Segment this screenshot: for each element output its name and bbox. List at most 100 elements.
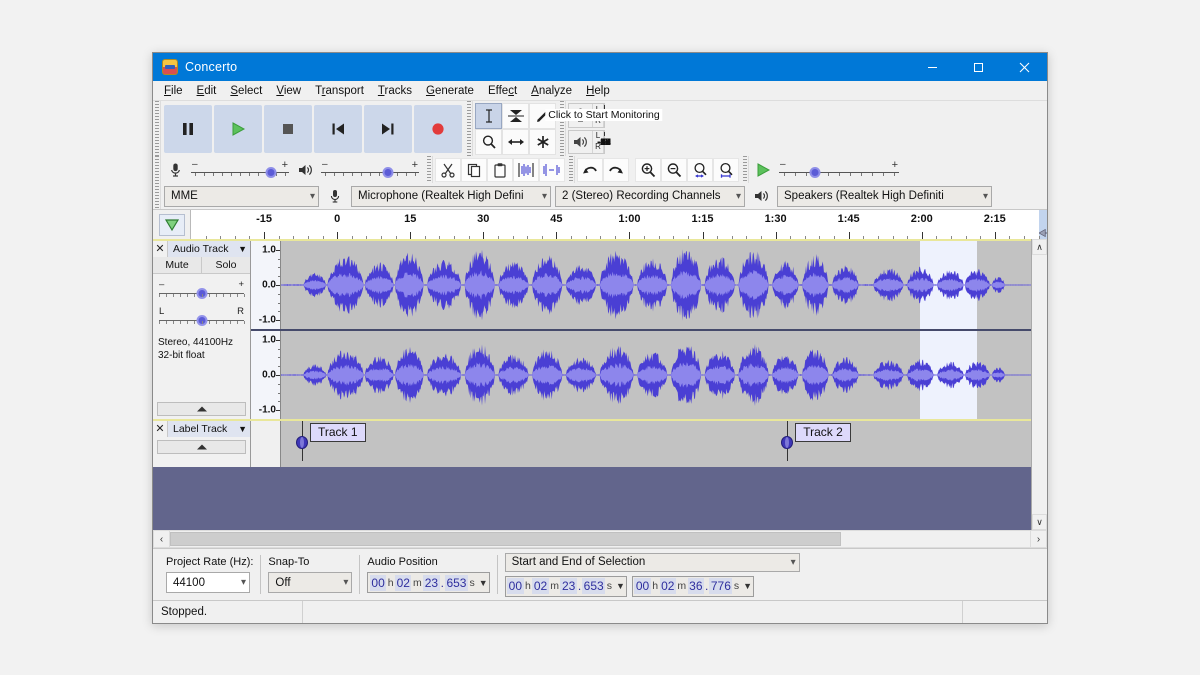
collapse-track-button[interactable] bbox=[157, 440, 246, 454]
horizontal-scrollbar[interactable]: ‹ › bbox=[153, 530, 1047, 548]
close-track-button[interactable]: ✕ bbox=[153, 240, 168, 257]
chevron-down-icon[interactable]: ▼ bbox=[613, 581, 625, 591]
mute-button[interactable]: Mute bbox=[153, 257, 202, 273]
record-button[interactable] bbox=[414, 104, 462, 153]
menu-select[interactable]: Select bbox=[223, 83, 269, 99]
redo-button[interactable] bbox=[603, 157, 629, 182]
menu-help[interactable]: Help bbox=[579, 83, 617, 99]
label-track[interactable]: ✕ Label Track ▼ Track 1 Track 2 bbox=[153, 420, 1031, 467]
pan-slider[interactable]: L R bbox=[159, 304, 245, 330]
slider-thumb[interactable] bbox=[809, 166, 821, 178]
timeline-selection-handles[interactable] bbox=[1038, 228, 1047, 238]
menu-transport[interactable]: Transport bbox=[308, 83, 371, 99]
chevron-down-icon[interactable]: ▼ bbox=[740, 581, 752, 591]
play-button[interactable] bbox=[214, 104, 262, 153]
vertical-ruler-minor-tick bbox=[278, 348, 280, 350]
skip-to-start-button[interactable] bbox=[314, 104, 362, 153]
menu-edit[interactable]: Edit bbox=[190, 83, 224, 99]
zoom-in-button[interactable] bbox=[635, 157, 661, 182]
silence-audio-button[interactable] bbox=[539, 157, 565, 182]
chevron-down-icon: ▼ bbox=[238, 243, 247, 254]
waveform-channel-2[interactable] bbox=[281, 331, 1031, 419]
pause-button[interactable] bbox=[164, 104, 212, 153]
selection-tool[interactable] bbox=[475, 102, 502, 129]
skip-to-end-button[interactable] bbox=[364, 104, 412, 153]
scroll-down-button[interactable]: ∨ bbox=[1032, 514, 1047, 530]
undo-button[interactable] bbox=[577, 157, 603, 182]
envelope-tool[interactable] bbox=[502, 102, 529, 129]
edit-toolbar-grip[interactable] bbox=[425, 156, 433, 183]
fit-project-button[interactable] bbox=[713, 157, 739, 182]
collapse-up-icon bbox=[196, 444, 207, 450]
cut-button[interactable] bbox=[435, 157, 461, 182]
transport-toolbar-grip[interactable] bbox=[153, 101, 161, 156]
timeline-ruler[interactable]: -1501530451:001:151:301:452:002:152:302:… bbox=[191, 210, 1047, 239]
playback-device-select[interactable]: Speakers (Realtek High Definiti ▾ bbox=[777, 185, 992, 207]
label-drag-handle[interactable] bbox=[781, 435, 794, 450]
vertical-scrollbar[interactable]: ∧ ∨ bbox=[1031, 239, 1047, 530]
pinned-play-head-button[interactable] bbox=[153, 210, 191, 239]
paste-button[interactable] bbox=[487, 157, 513, 182]
undo-toolbar-grip[interactable] bbox=[567, 156, 575, 183]
scroll-up-button[interactable]: ∧ bbox=[1032, 239, 1047, 255]
menu-file[interactable]: File bbox=[157, 83, 190, 99]
menu-analyze[interactable]: Analyze bbox=[524, 83, 579, 99]
monitor-hint[interactable]: Click to Start Monitoring bbox=[545, 109, 663, 121]
menu-tracks[interactable]: Tracks bbox=[371, 83, 419, 99]
maximize-button[interactable] bbox=[955, 53, 1001, 81]
close-button[interactable] bbox=[1001, 53, 1047, 81]
time-shift-tool[interactable] bbox=[502, 128, 529, 155]
scroll-left-button[interactable]: ‹ bbox=[153, 530, 170, 548]
label-text[interactable]: Track 1 bbox=[310, 423, 366, 442]
close-track-button[interactable]: ✕ bbox=[153, 420, 168, 437]
recording-volume-slider[interactable]: – + bbox=[191, 159, 289, 181]
multi-tool[interactable] bbox=[529, 128, 556, 155]
snap-to-select[interactable]: Off ▾ bbox=[268, 572, 353, 593]
audio-track-menu[interactable]: Audio Track ▼ bbox=[168, 240, 250, 257]
zoom-out-button[interactable] bbox=[661, 157, 687, 182]
play-speed-toolbar-grip[interactable] bbox=[741, 156, 749, 183]
stop-button[interactable] bbox=[264, 104, 312, 153]
chevron-down-icon[interactable]: ▼ bbox=[476, 578, 488, 588]
audio-host-select[interactable]: MME ▾ bbox=[164, 185, 319, 207]
project-rate-select[interactable]: 44100 ▾ bbox=[166, 572, 250, 593]
selection-start-field[interactable]: 00 h 02 m 23 . 653 s ▼ bbox=[504, 575, 627, 597]
slider-thumb[interactable] bbox=[382, 166, 394, 178]
playback-meter[interactable]: LR -57 -54 -51 -48 -45 -42 -39 -36 -33 -30 -27 -24-… bbox=[568, 129, 611, 154]
recording-channels-select[interactable]: 2 (Stereo) Recording Channels ▾ bbox=[555, 185, 745, 207]
label-text[interactable]: Track 2 bbox=[795, 423, 851, 442]
toolbar-row-2: – + – + – + bbox=[153, 156, 1047, 183]
label-track-menu[interactable]: Label Track ▼ bbox=[168, 420, 250, 437]
recording-device-select[interactable]: Microphone (Realtek High Defini ▾ bbox=[351, 185, 551, 207]
selection-end-field[interactable]: 00 h 02 m 36 . 776 s ▼ bbox=[631, 575, 755, 597]
mixer-toolbar-grip[interactable] bbox=[153, 156, 161, 183]
selection-mode-select[interactable]: Start and End of Selection ▾ bbox=[504, 552, 800, 572]
menu-effect[interactable]: Effect bbox=[481, 83, 524, 99]
collapse-track-button[interactable] bbox=[157, 402, 246, 416]
slider-thumb[interactable] bbox=[265, 166, 277, 178]
audio-track[interactable]: ✕ Audio Track ▼ Mute Solo – + L R Stereo… bbox=[153, 239, 1031, 421]
gain-slider[interactable]: – + bbox=[159, 277, 245, 303]
minimize-button[interactable] bbox=[909, 53, 955, 81]
playback-volume-slider[interactable]: – + bbox=[321, 159, 419, 181]
recording-meter[interactable]: LR -57-54-51-48-45-42-39-36-33-30-27-24-… bbox=[545, 103, 663, 128]
tools-toolbar-grip[interactable] bbox=[465, 101, 473, 156]
horizontal-scroll-thumb[interactable] bbox=[170, 532, 841, 546]
zoom-tool[interactable] bbox=[475, 128, 502, 155]
device-toolbar-grip[interactable] bbox=[153, 183, 161, 209]
copy-button[interactable] bbox=[461, 157, 487, 182]
fit-selection-button[interactable] bbox=[687, 157, 713, 182]
menu-view[interactable]: View bbox=[269, 83, 308, 99]
menu-generate[interactable]: Generate bbox=[419, 83, 481, 99]
label-track-canvas[interactable]: Track 1 Track 2 bbox=[281, 421, 1031, 467]
trim-audio-button[interactable] bbox=[513, 157, 539, 182]
horizontal-scroll-track[interactable] bbox=[170, 530, 1030, 548]
title-bar: Concerto bbox=[153, 53, 1047, 81]
audio-position-field[interactable]: 00 h 02 m 23 . 653 s ▼ bbox=[367, 572, 490, 593]
label-drag-handle[interactable] bbox=[296, 435, 309, 450]
play-at-speed-button[interactable] bbox=[751, 158, 775, 182]
playback-speed-slider[interactable]: – + bbox=[779, 159, 899, 181]
scroll-right-button[interactable]: › bbox=[1030, 530, 1047, 548]
solo-button[interactable]: Solo bbox=[202, 257, 250, 273]
waveform-channel-1[interactable] bbox=[281, 241, 1031, 329]
